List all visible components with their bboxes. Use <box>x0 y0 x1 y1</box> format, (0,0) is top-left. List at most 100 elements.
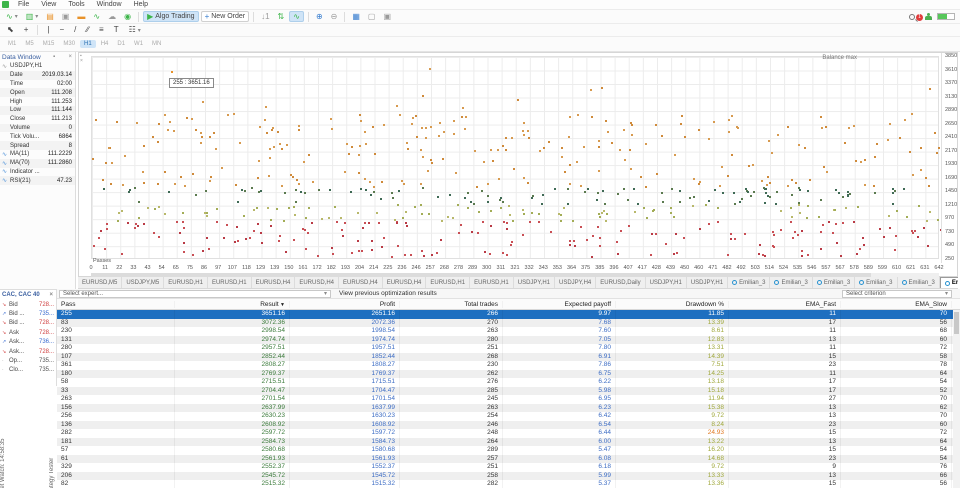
tab-chart-eurusd-h4[interactable]: EURUSD,H4 <box>339 277 383 288</box>
tab-chart-usdjpy-h1[interactable]: USDJPY,H1 <box>514 277 555 288</box>
market-watch-row[interactable]: ↗ Bid ... 735... <box>0 309 56 318</box>
timeframe-w1[interactable]: W1 <box>130 40 147 48</box>
scatter-plot[interactable] <box>91 56 942 259</box>
column-header-pass[interactable]: Pass <box>57 300 175 308</box>
result-row-pass-131[interactable]: 131 2974.74 1974.74 280 7.05 12.83 13 60 <box>57 335 960 344</box>
market-watch-row[interactable]: · Op... 735... <box>0 356 56 365</box>
result-row-pass-156[interactable]: 156 2637.99 1637.99 263 6.23 15.38 13 62 <box>57 403 960 412</box>
column-header-drawdown-[interactable]: Drawdown % <box>616 300 729 308</box>
tile-windows-button[interactable]: ▦ <box>349 11 363 22</box>
result-row-pass-206[interactable]: 206 2545.72 1545.72 258 5.99 13.33 13 66 <box>57 471 960 480</box>
timeframe-m5[interactable]: M5 <box>21 40 37 48</box>
search-icon[interactable] <box>909 13 915 20</box>
market-watch-row[interactable]: ↘ Ask... 728... <box>0 347 56 356</box>
menu-item-window[interactable]: Window <box>91 0 128 10</box>
tab-ea-emilian_3[interactable]: Emilian_3 <box>813 277 856 288</box>
result-row-pass-181[interactable]: 181 2584.73 1584.73 264 6.00 13.22 13 64 <box>57 437 960 446</box>
tab-chart-usdjpy-m5[interactable]: USDJPY,M5 <box>122 277 165 288</box>
timeframe-mn[interactable]: MN <box>148 40 165 48</box>
timeframe-m30[interactable]: M30 <box>59 40 79 48</box>
result-row-pass-230[interactable]: 230 2998.54 1998.54 263 7.60 8.61 11 68 <box>57 327 960 336</box>
zoom-in-button[interactable]: ⊕ <box>313 11 326 22</box>
result-row-pass-263[interactable]: 263 2701.54 1701.54 245 6.95 11.94 27 70 <box>57 395 960 404</box>
pair-button[interactable]: ⇅ <box>275 11 288 22</box>
result-row-pass-82[interactable]: 82 2515.32 1515.32 282 5.37 13.36 15 56 <box>57 480 960 488</box>
tab-chart-eurusd-m5[interactable]: EURUSD,M5 <box>78 277 123 288</box>
tab-chart-eurusd-h1[interactable]: EURUSD,H1 <box>208 277 252 288</box>
lock-button[interactable]: ▬ <box>74 11 88 22</box>
tester-vscrollbar[interactable] <box>953 310 960 488</box>
market-watch-row[interactable]: ↘ Bid ... 728... <box>0 319 56 328</box>
column-header-total-trades[interactable]: Total trades <box>400 300 503 308</box>
data-window-button[interactable]: ▣ <box>59 11 73 22</box>
text-tool[interactable]: T <box>111 25 122 36</box>
tab-chart-eurusd-h4[interactable]: EURUSD,H4 <box>252 277 296 288</box>
timeframe-m15[interactable]: M15 <box>39 40 59 48</box>
result-row-pass-282[interactable]: 282 2597.72 1597.72 248 6.44 24.93 15 72 <box>57 429 960 438</box>
strategy-tester-vertical-tab[interactable]: Strategy Tester <box>49 430 55 488</box>
view-previous-results-link[interactable]: View previous optimization results <box>339 290 437 297</box>
column-header-ema-slow[interactable]: EMA_Slow <box>841 300 952 308</box>
zoom-out-button[interactable]: ⊖ <box>328 11 341 22</box>
tab-chart-eurusd-daily[interactable]: EURUSD,Daily <box>596 277 646 288</box>
tab-ea-emilian_3[interactable]: Emilian_3 <box>855 277 898 288</box>
column-header-ema-fast[interactable]: EMA_Fast <box>729 300 841 308</box>
tab-chart-eurusd-h1[interactable]: EURUSD,H1 <box>164 277 208 288</box>
result-row-pass-361[interactable]: 361 2808.27 1808.27 230 7.86 7.51 23 78 <box>57 361 960 370</box>
tab-chart-eurusd-h1[interactable]: EURUSD,H1 <box>426 277 471 288</box>
shapes-tool[interactable]: ☷ ▾ <box>126 25 144 36</box>
vline-tool[interactable]: | <box>44 25 52 36</box>
market-watch-row[interactable]: ↘ Ask 728... <box>0 328 56 337</box>
chart-style-button[interactable]: ▥ ▾ <box>23 11 42 22</box>
menu-item-view[interactable]: View <box>35 0 62 10</box>
community-button[interactable]: ◉ <box>121 11 134 22</box>
result-row-pass-180[interactable]: 180 2769.37 1769.37 262 6.75 14.25 11 64 <box>57 369 960 378</box>
market-watch-row[interactable]: ↘ Bid 728... <box>0 300 56 309</box>
vscroll-thumb[interactable] <box>954 312 959 334</box>
result-row-pass-280[interactable]: 280 2957.51 1957.51 251 7.80 13.31 11 72 <box>57 344 960 353</box>
algo-trading-button[interactable]: ▶ Algo Trading <box>143 11 199 22</box>
new-order-button[interactable]: + New Order <box>200 11 250 22</box>
tab-ea-emilian_3[interactable]: Emilian_3 <box>939 277 958 288</box>
channel-tool[interactable]: ∕∕ <box>83 25 92 36</box>
tab-ea-emilian_3[interactable]: Emilian_3 <box>898 277 940 288</box>
tab-chart-eurusd-h4[interactable]: EURUSD,H4 <box>383 277 427 288</box>
close-icon[interactable]: × <box>48 292 54 298</box>
menu-item-tools[interactable]: Tools <box>62 0 90 10</box>
wave-mode-button[interactable]: ∿ <box>289 11 304 22</box>
column-header-expected-payoff[interactable]: Expected payoff <box>503 300 616 308</box>
cloud-button[interactable]: ☁ <box>105 11 119 22</box>
tab-ea-emilian_3[interactable]: Emilian_3 <box>728 277 771 288</box>
cascade-button[interactable]: ▢ <box>365 11 379 22</box>
result-row-pass-83[interactable]: 83 3072.36 2072.36 270 7.68 13.39 17 56 <box>57 318 960 327</box>
close-icon[interactable]: × <box>67 54 73 60</box>
market-watch-symbol[interactable]: CAC, CAC 40 × <box>0 290 56 300</box>
select-criterion-combo[interactable]: Select criterion ▾ <box>842 289 952 298</box>
result-row-pass-329[interactable]: 329 2552.37 1552.37 251 6.18 9.72 9 76 <box>57 463 960 472</box>
tick-chart-button[interactable]: ↓1 <box>258 11 272 22</box>
tab-chart-usdjpy-h4[interactable]: USDJPY,H4 <box>555 277 597 288</box>
tab-chart-usdjpy-h1[interactable]: USDJPY,H1 <box>646 277 687 288</box>
crosshair-tool[interactable]: + <box>21 25 32 36</box>
hline-tool[interactable]: − <box>56 25 67 36</box>
tab-chart-usdjpy-h1[interactable]: USDJPY,H1 <box>687 277 729 288</box>
tab-chart-eurusd-h4[interactable]: EURUSD,H4 <box>295 277 339 288</box>
timeframe-h1[interactable]: H1 <box>80 40 96 48</box>
result-row-pass-136[interactable]: 136 2608.92 1608.92 246 6.54 8.24 23 60 <box>57 420 960 429</box>
cursor-tool[interactable]: ⬉ <box>4 25 17 36</box>
arrange-button[interactable]: ▣ <box>380 11 394 22</box>
column-header-result[interactable]: Result ▼ <box>175 300 290 308</box>
result-row-pass-61[interactable]: 61 2561.93 1561.93 257 6.08 14.68 23 54 <box>57 454 960 463</box>
results-table-header[interactable]: Pass Result ▼ Profit Total trades Expected p… <box>57 299 960 310</box>
depth-of-market-button[interactable]: ▤ <box>43 11 57 22</box>
market-watch-row[interactable]: ↗ Ask... 736... <box>0 338 56 347</box>
result-row-pass-33[interactable]: 33 2704.47 1704.47 285 5.98 15.18 17 52 <box>57 386 960 395</box>
market-watch-row[interactable]: · Clo... 735... <box>0 366 56 375</box>
timeframe-d1[interactable]: D1 <box>113 40 129 48</box>
chart-type-button[interactable]: ∿ ▾ <box>3 11 21 22</box>
result-row-pass-255[interactable]: 255 3651.16 2651.16 266 9.97 11.85 11 70 <box>57 310 960 319</box>
result-row-pass-107[interactable]: 107 2852.44 1852.44 268 6.91 14.39 15 58 <box>57 352 960 361</box>
signals-button[interactable]: ∿ <box>90 11 103 22</box>
tab-chart-eurusd-h1[interactable]: EURUSD,H1 <box>470 277 514 288</box>
account-icon[interactable] <box>925 13 932 20</box>
